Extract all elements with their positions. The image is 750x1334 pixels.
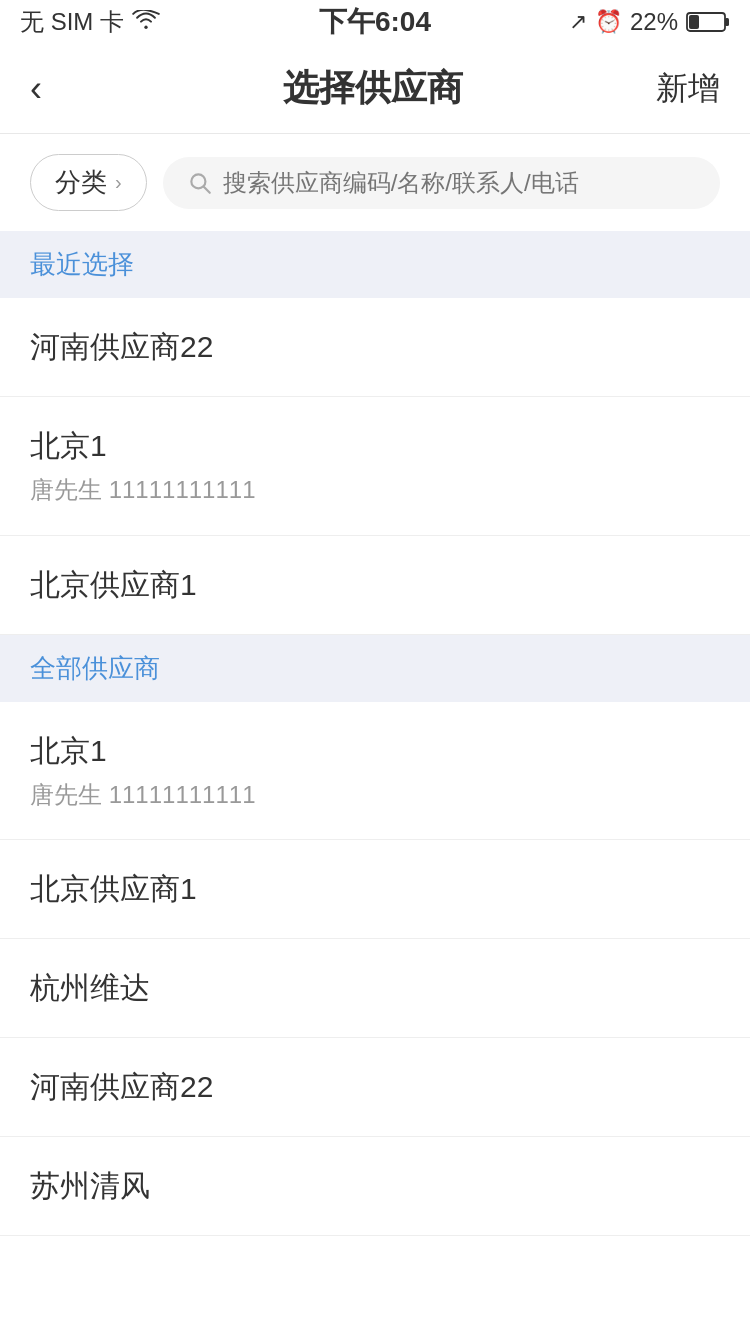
status-left: 无 SIM 卡 xyxy=(20,6,160,38)
recent-list-item[interactable]: 北京供应商1 xyxy=(0,536,750,635)
category-label: 分类 xyxy=(55,165,107,200)
item-name: 苏州清风 xyxy=(30,1165,720,1207)
recent-section-label: 最近选择 xyxy=(30,249,134,279)
item-name: 河南供应商22 xyxy=(30,326,720,368)
svg-line-4 xyxy=(203,186,209,192)
svg-rect-2 xyxy=(689,15,699,29)
item-name: 杭州维达 xyxy=(30,967,720,1009)
all-list-item[interactable]: 河南供应商22 xyxy=(0,1038,750,1137)
status-time: 下午6:04 xyxy=(319,3,431,41)
alarm-icon: ⏰ xyxy=(595,9,622,35)
svg-rect-1 xyxy=(725,18,729,26)
item-name: 北京供应商1 xyxy=(30,868,720,910)
item-sub: 唐先生 11111111111 xyxy=(30,778,720,812)
status-right: ↗ ⏰ 22% xyxy=(569,8,730,36)
item-sub: 唐先生 11111111111 xyxy=(30,473,720,507)
nav-bar: ‹ 选择供应商 新增 xyxy=(0,44,750,134)
add-button[interactable]: 新增 xyxy=(656,67,720,111)
chevron-right-icon: › xyxy=(115,171,122,194)
all-section-label: 全部供应商 xyxy=(30,653,160,683)
search-box xyxy=(163,157,720,209)
recent-list: 河南供应商22 北京1 唐先生 11111111111 北京供应商1 xyxy=(0,298,750,635)
all-list-item[interactable]: 杭州维达 xyxy=(0,939,750,1038)
item-name: 北京1 xyxy=(30,425,720,467)
wifi-icon xyxy=(132,8,160,36)
battery-icon xyxy=(686,11,730,33)
page-title: 选择供应商 xyxy=(283,64,463,113)
search-icon xyxy=(187,170,213,196)
status-bar: 无 SIM 卡 下午6:04 ↗ ⏰ 22% xyxy=(0,0,750,44)
search-input[interactable] xyxy=(223,169,696,197)
recent-section-header: 最近选择 xyxy=(0,231,750,298)
recent-list-item[interactable]: 河南供应商22 xyxy=(0,298,750,397)
filter-bar: 分类 › xyxy=(0,134,750,231)
back-button[interactable]: ‹ xyxy=(30,68,90,110)
item-name: 北京1 xyxy=(30,730,720,772)
all-list-item[interactable]: 北京供应商1 xyxy=(0,840,750,939)
recent-list-item[interactable]: 北京1 唐先生 11111111111 xyxy=(0,397,750,536)
all-list-item[interactable]: 北京1 唐先生 11111111111 xyxy=(0,702,750,841)
location-icon: ↗ xyxy=(569,9,587,35)
all-list-item[interactable]: 苏州清风 xyxy=(0,1137,750,1236)
battery-label: 22% xyxy=(630,8,678,36)
all-list: 北京1 唐先生 11111111111 北京供应商1 杭州维达河南供应商22 苏州清风 xyxy=(0,702,750,1237)
no-sim-label: 无 SIM 卡 xyxy=(20,6,124,38)
all-section-header: 全部供应商 xyxy=(0,635,750,702)
category-button[interactable]: 分类 › xyxy=(30,154,147,211)
item-name: 北京供应商1 xyxy=(30,564,720,606)
item-name: 河南供应商22 xyxy=(30,1066,720,1108)
